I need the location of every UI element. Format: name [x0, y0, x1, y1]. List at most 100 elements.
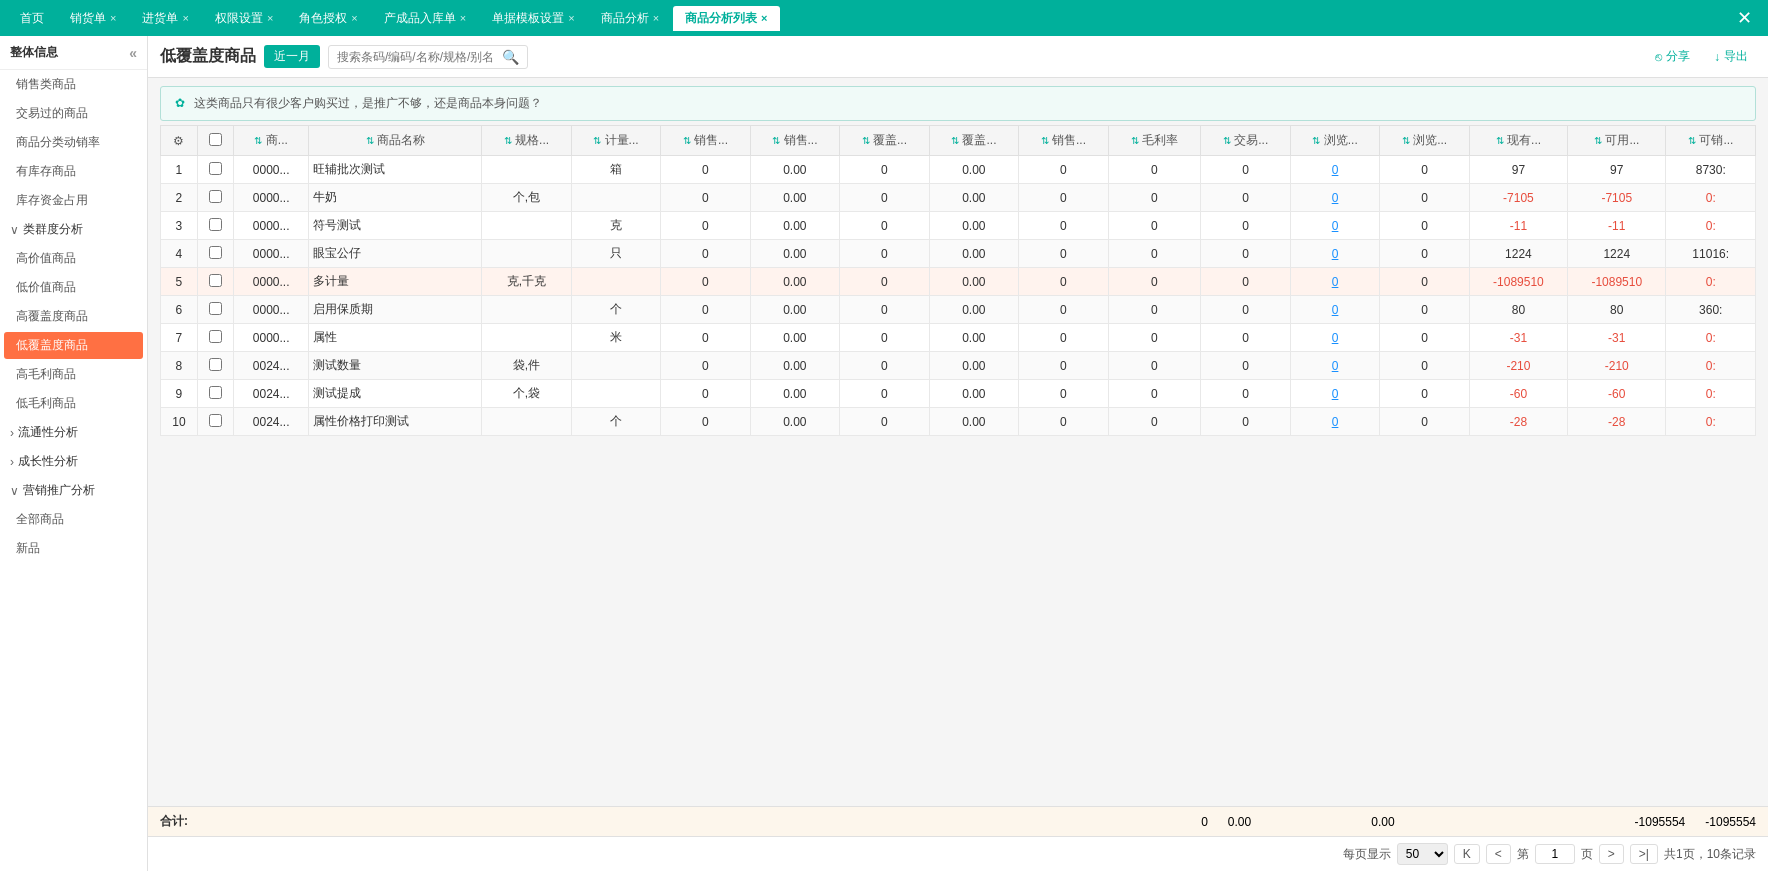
nav-product-inbound[interactable]: 产成品入库单 × [372, 6, 478, 31]
col-browse2: ⇅ 浏览... [1380, 126, 1469, 156]
search-input[interactable] [337, 50, 502, 64]
browse-link[interactable]: 0 [1332, 275, 1339, 289]
sidebar-item-traded-goods[interactable]: 交易过的商品 [0, 99, 147, 128]
table-cell: 0 [840, 380, 929, 408]
table-cell: 0.00 [929, 184, 1018, 212]
table-cell: 0 [661, 296, 750, 324]
data-table: ⚙ ⇅ 商... ⇅ 商品名称 ⇅ 规格... ⇅ 计量... ⇅ 销售... … [160, 125, 1756, 436]
nav-sales-order[interactable]: 销货单 × [58, 6, 128, 31]
sidebar-item-low-value[interactable]: 低价值商品 [0, 273, 147, 302]
window-close-button[interactable]: ✕ [1729, 7, 1760, 29]
table-cell: 0000... [234, 212, 309, 240]
table-cell: 0 [661, 212, 750, 240]
nav-close-icon[interactable]: × [653, 12, 659, 24]
table-cell: 4 [161, 240, 198, 268]
browse-link[interactable]: 0 [1332, 219, 1339, 233]
sidebar-item-low-profit[interactable]: 低毛利商品 [0, 389, 147, 418]
table-cell: -28 [1568, 408, 1666, 436]
row-checkbox[interactable] [209, 302, 222, 315]
share-button[interactable]: ⎋ 分享 [1647, 44, 1698, 69]
page-size-select[interactable]: 50 10 20 100 [1397, 843, 1448, 865]
table-cell: 0 [1380, 380, 1469, 408]
table-cell: 只 [571, 240, 660, 268]
browse-link[interactable]: 0 [1332, 303, 1339, 317]
nav-product-analysis-list[interactable]: 商品分析列表 × [673, 6, 779, 31]
next-page-button[interactable]: > [1599, 844, 1624, 864]
table-cell: 1 [161, 156, 198, 184]
sidebar-item-category-rate[interactable]: 商品分类动销率 [0, 128, 147, 157]
table-cell: 0 [840, 268, 929, 296]
sidebar-item-high-coverage[interactable]: 高覆盖度商品 [0, 302, 147, 331]
table-cell: 0 [1201, 408, 1290, 436]
browse-link[interactable]: 0 [1332, 247, 1339, 261]
sidebar-group-marketing[interactable]: ∨ 营销推广分析 [0, 476, 147, 505]
table-cell: 个 [571, 296, 660, 324]
nav-template-settings[interactable]: 单据模板设置 × [480, 6, 586, 31]
row-checkbox[interactable] [209, 386, 222, 399]
table-row: 90024...测试提成个,袋00.0000.0000000-60-600: [161, 380, 1756, 408]
nav-purchase-order[interactable]: 进货单 × [130, 6, 200, 31]
row-checkbox[interactable] [209, 162, 222, 175]
settings-icon[interactable]: ⚙ [173, 134, 184, 148]
nav-product-analysis[interactable]: 商品分析 × [589, 6, 671, 31]
browse-link[interactable]: 0 [1332, 415, 1339, 429]
search-icon[interactable]: 🔍 [502, 49, 519, 65]
table-cell: 0 [1290, 408, 1379, 436]
table-cell: 0: [1666, 380, 1756, 408]
row-checkbox[interactable] [209, 246, 222, 259]
sidebar-item-instock-goods[interactable]: 有库存商品 [0, 157, 147, 186]
period-button[interactable]: 近一月 [264, 45, 320, 68]
table-cell: 0.00 [929, 212, 1018, 240]
nav-close-icon[interactable]: × [110, 12, 116, 24]
select-all-checkbox[interactable] [209, 133, 222, 146]
browse-link[interactable]: 0 [1332, 331, 1339, 345]
sidebar-item-capital-occupy[interactable]: 库存资金占用 [0, 186, 147, 215]
sidebar-item-high-value[interactable]: 高价值商品 [0, 244, 147, 273]
table-cell: 0 [840, 184, 929, 212]
prev-page-button[interactable]: < [1486, 844, 1511, 864]
row-checkbox[interactable] [209, 358, 222, 371]
table-cell: 0 [1290, 184, 1379, 212]
col-cover1: ⇅ 覆盖... [840, 126, 929, 156]
row-checkbox[interactable] [209, 414, 222, 427]
sidebar-item-new-goods[interactable]: 新品 [0, 534, 147, 563]
export-button[interactable]: ↓ 导出 [1706, 44, 1756, 69]
sidebar-header[interactable]: 整体信息 « [0, 36, 147, 70]
browse-link[interactable]: 0 [1332, 191, 1339, 205]
sidebar-group-coverage-analysis[interactable]: ∨ 类群度分析 [0, 215, 147, 244]
table-cell: 0 [1290, 240, 1379, 268]
browse-link[interactable]: 0 [1332, 359, 1339, 373]
row-checkbox[interactable] [209, 330, 222, 343]
browse-link[interactable]: 0 [1332, 387, 1339, 401]
nav-role-auth[interactable]: 角色授权 × [287, 6, 369, 31]
table-cell: 0: [1666, 268, 1756, 296]
first-page-button[interactable]: K [1454, 844, 1480, 864]
page-input[interactable] [1535, 844, 1575, 864]
sidebar-item-all-goods[interactable]: 全部商品 [0, 505, 147, 534]
table-cell [197, 408, 233, 436]
nav-close-icon[interactable]: × [182, 12, 188, 24]
nav-close-icon[interactable]: × [568, 12, 574, 24]
nav-close-icon[interactable]: × [761, 12, 767, 24]
sidebar-group-growth[interactable]: › 成长性分析 [0, 447, 147, 476]
nav-close-icon[interactable]: × [267, 12, 273, 24]
sidebar-collapse-icon[interactable]: « [129, 45, 137, 61]
table-cell [571, 268, 660, 296]
nav-home[interactable]: 首页 [8, 6, 56, 31]
sidebar-group-circulation[interactable]: › 流通性分析 [0, 418, 147, 447]
row-checkbox[interactable] [209, 274, 222, 287]
last-page-button[interactable]: >| [1630, 844, 1658, 864]
browse-link[interactable]: 0 [1332, 163, 1339, 177]
sidebar-item-low-coverage[interactable]: 低覆盖度商品 [4, 332, 143, 359]
footer-cover2-total: 0.00 [1371, 815, 1394, 829]
table-cell: 眼宝公仔 [309, 240, 482, 268]
nav-permission-settings[interactable]: 权限设置 × [203, 6, 285, 31]
table-cell: 0 [1380, 408, 1469, 436]
sidebar-item-high-profit[interactable]: 高毛利商品 [0, 360, 147, 389]
nav-close-icon[interactable]: × [351, 12, 357, 24]
row-checkbox[interactable] [209, 218, 222, 231]
sidebar-item-sales-goods[interactable]: 销售类商品 [0, 70, 147, 99]
table-cell: 0: [1666, 324, 1756, 352]
row-checkbox[interactable] [209, 190, 222, 203]
nav-close-icon[interactable]: × [460, 12, 466, 24]
